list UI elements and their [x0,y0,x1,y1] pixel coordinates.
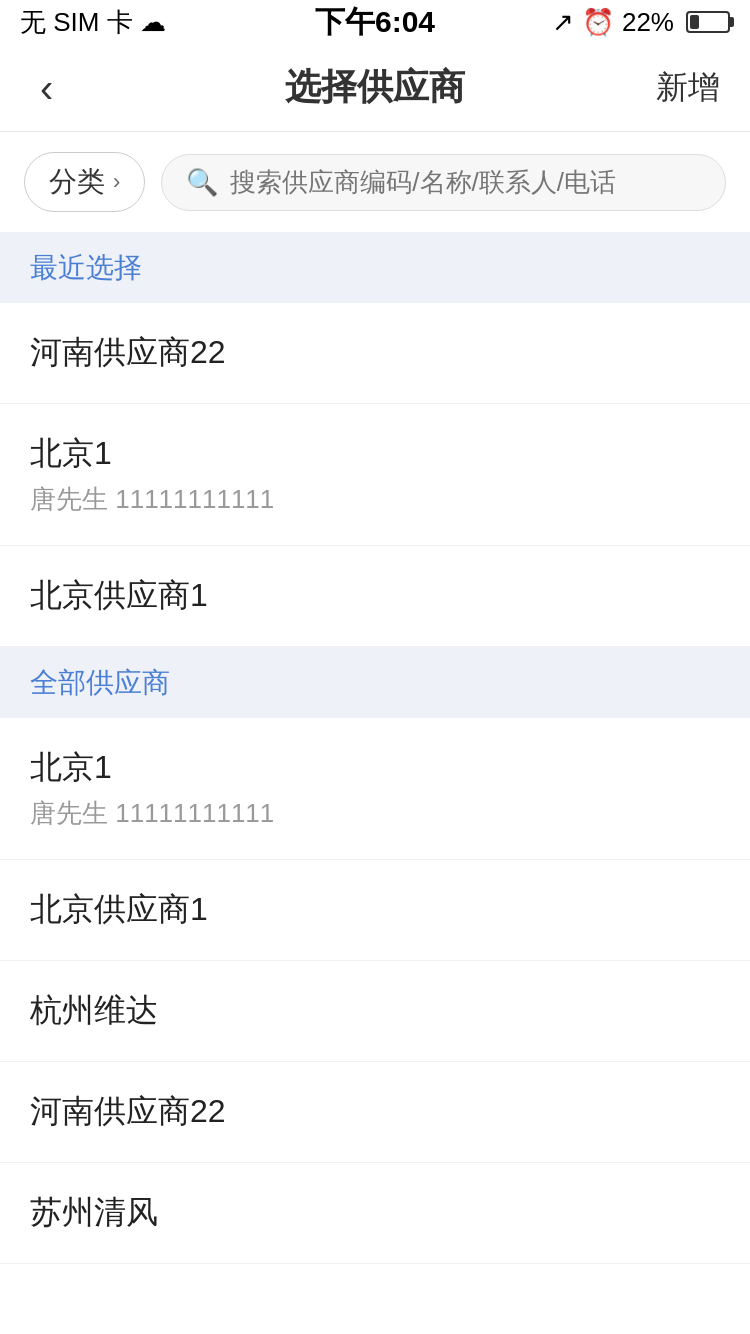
search-bar[interactable]: 🔍 [161,154,726,211]
item-sub: 唐先生 11111111111 [30,796,720,831]
item-name: 北京1 [30,432,720,476]
item-name: 河南供应商22 [30,1090,720,1134]
battery-pct: 22% [622,7,674,38]
status-time: 下午6:04 [315,2,435,43]
list-item-recent-0[interactable]: 河南供应商22 [0,303,750,404]
list-item-all-2[interactable]: 杭州维达 [0,961,750,1062]
search-icon: 🔍 [186,167,218,198]
item-name: 杭州维达 [30,989,720,1033]
list-item-all-4[interactable]: 苏州清风 [0,1163,750,1264]
status-left: 无 SIM 卡 ☁ [20,5,166,40]
status-bar: 无 SIM 卡 ☁ 下午6:04 ↗ ⏰ 22% [0,0,750,44]
list-item-recent-1[interactable]: 北京1 唐先生 11111111111 [0,404,750,546]
section-header-recent: 最近选择 [0,232,750,303]
status-right: ↗ ⏰ 22% [552,7,730,38]
location-icon: ↗ [552,7,574,38]
category-filter-button[interactable]: 分类 › [24,152,145,212]
item-name: 北京1 [30,746,720,790]
item-name: 河南供应商22 [30,331,720,375]
supplier-list: 最近选择河南供应商22 北京1 唐先生 11111111111 北京供应商1 全部供应商… [0,232,750,1264]
section-header-all: 全部供应商 [0,647,750,718]
list-item-all-0[interactable]: 北京1 唐先生 11111111111 [0,718,750,860]
page-title: 选择供应商 [285,63,465,112]
nav-bar: ‹ 选择供应商 新增 [0,44,750,132]
list-item-recent-2[interactable]: 北京供应商1 [0,546,750,647]
list-item-all-1[interactable]: 北京供应商1 [0,860,750,961]
category-label: 分类 [49,163,105,201]
list-item-all-3[interactable]: 河南供应商22 [0,1062,750,1163]
item-name: 苏州清风 [30,1191,720,1235]
back-button[interactable]: ‹ [30,58,63,118]
item-sub: 唐先生 11111111111 [30,482,720,517]
search-input[interactable] [230,167,701,198]
battery-icon [686,11,730,33]
add-button[interactable]: 新增 [656,66,720,110]
filter-bar: 分类 › 🔍 [0,132,750,232]
item-name: 北京供应商1 [30,574,720,618]
sim-status: 无 SIM 卡 ☁ [20,5,166,40]
item-name: 北京供应商1 [30,888,720,932]
alarm-icon: ⏰ [582,7,614,38]
chevron-right-icon: › [113,169,120,195]
